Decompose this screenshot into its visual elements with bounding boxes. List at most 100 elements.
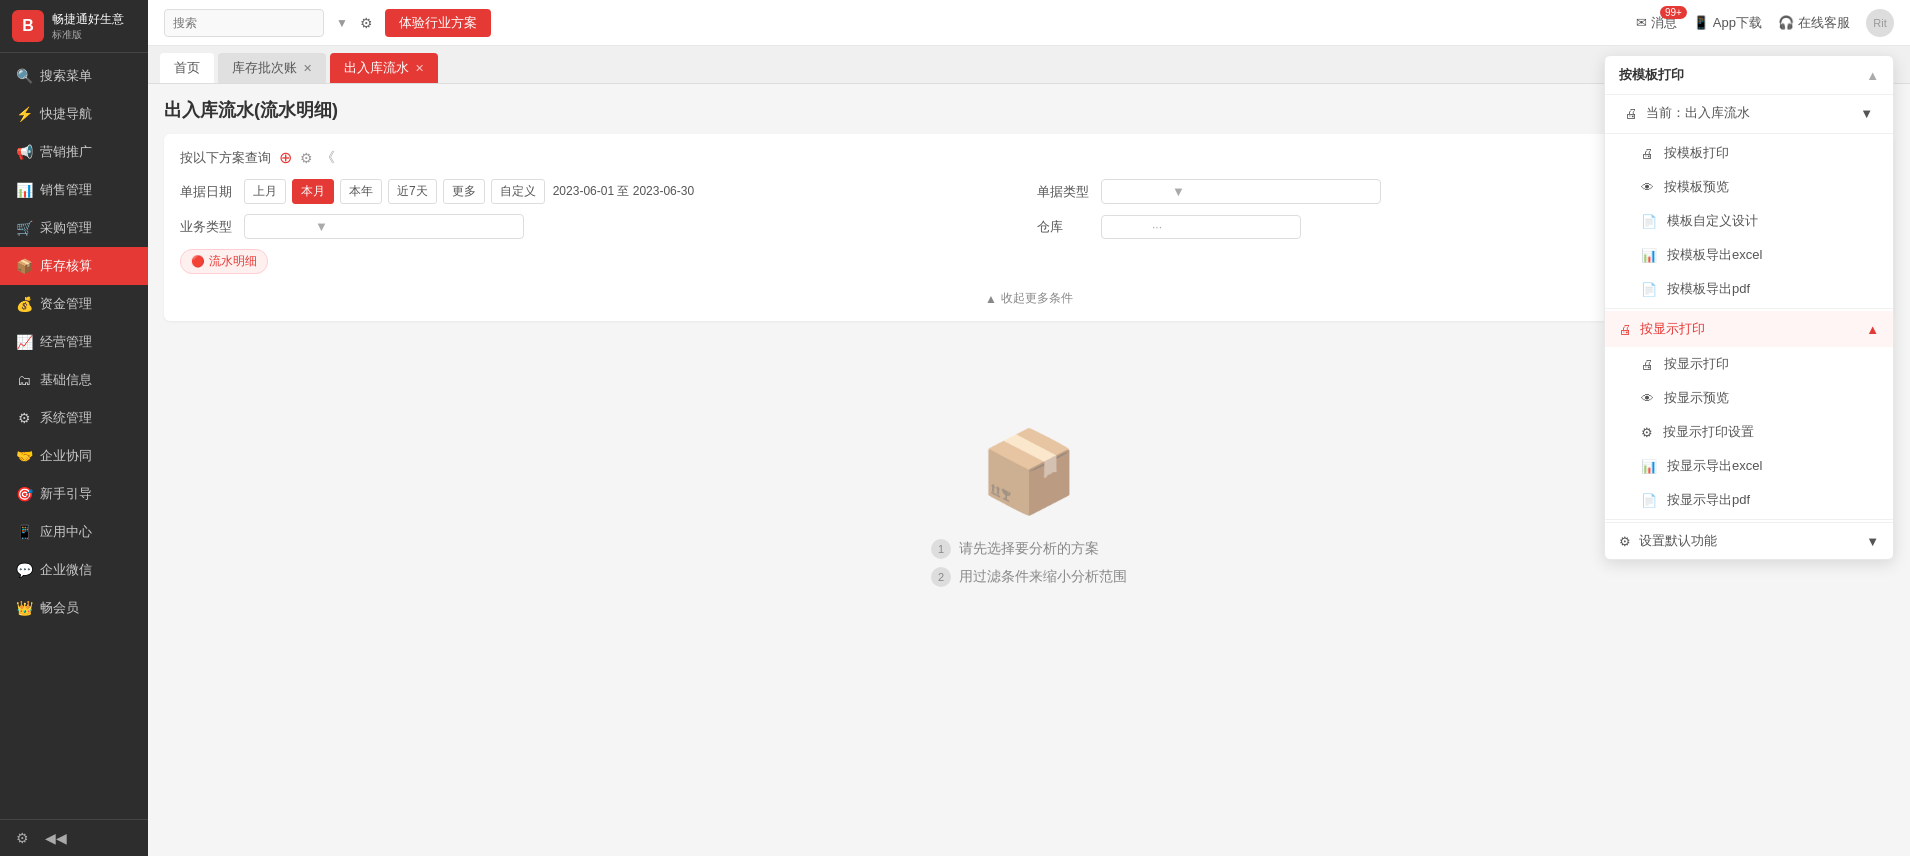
dropdown-close-icon[interactable]: ▲: [1866, 68, 1879, 83]
date-btn-more[interactable]: 更多: [443, 179, 485, 204]
display-section-label: 🖨按显示打印: [1619, 320, 1705, 338]
business-type-label: 业务类型: [180, 218, 236, 236]
shortcut-nav-label: 快捷导航: [40, 105, 92, 123]
sidebar-item-guide[interactable]: 🎯新手引导: [0, 475, 148, 513]
date-btn-custom[interactable]: 自定义: [491, 179, 545, 204]
display_export_pdf-label: 按显示导出pdf: [1667, 491, 1750, 509]
sidebar-item-system[interactable]: ⚙系统管理: [0, 399, 148, 437]
app-name: 畅捷通好生意: [52, 11, 124, 28]
sidebar-item-shortcut[interactable]: ⚡ 快捷导航: [0, 95, 148, 133]
template_custom-icon: 📄: [1641, 214, 1657, 229]
basic-nav-label: 基础信息: [40, 371, 92, 389]
message-btn[interactable]: ✉ 消息 99+: [1636, 14, 1677, 32]
template_export_pdf-icon: 📄: [1641, 282, 1657, 297]
dropdown-display-display_preview[interactable]: 👁 按显示预览: [1605, 381, 1893, 415]
search-input[interactable]: [164, 9, 324, 37]
dropdown-current[interactable]: 🖨当前：出入库流水▼: [1605, 95, 1893, 131]
doc-type-select[interactable]: ▼: [1101, 179, 1381, 204]
empty-icon: 📦: [979, 425, 1079, 519]
user-name: Rit: [1873, 17, 1886, 29]
sidebar-item-wechat[interactable]: 💬企业微信: [0, 551, 148, 589]
dropdown-section-display[interactable]: 🖨按显示打印▲: [1605, 311, 1893, 347]
template_print-label: 按模板打印: [1664, 144, 1729, 162]
sidebar-item-purchase[interactable]: 🛒采购管理: [0, 209, 148, 247]
warehouse-select[interactable]: ···: [1101, 215, 1301, 239]
filter-tag[interactable]: 🔴 流水明细: [180, 249, 268, 274]
sidebar-nav: 🔍搜索菜单 ⚡ 快捷导航 📢营销推广📊销售管理🛒采购管理📦库存核算💰资金管理📈经营管理…: [0, 53, 148, 819]
tab-home[interactable]: 首页: [160, 53, 214, 83]
sidebar-item-basic[interactable]: 🗂基础信息: [0, 361, 148, 399]
inventory-nav-icon: 📦: [16, 258, 32, 274]
funds-nav-label: 资金管理: [40, 295, 92, 313]
display_preview-label: 按显示预览: [1664, 389, 1729, 407]
date-btn-current_year[interactable]: 本年: [340, 179, 382, 204]
headset-icon: 🎧: [1778, 15, 1794, 30]
current-chevron: ▼: [1860, 106, 1873, 121]
display_print_settings-label: 按显示打印设置: [1663, 423, 1754, 441]
tab-batch[interactable]: 库存批次账 ✕: [218, 53, 326, 83]
date-btn-last7[interactable]: 近7天: [388, 179, 437, 204]
search-nav-icon: 🔍: [16, 68, 32, 84]
app-version: 标准版: [52, 28, 124, 42]
date-btn-current_month[interactable]: 本月: [292, 179, 334, 204]
display-section-icon: 🖨: [1619, 322, 1632, 337]
tab-flow[interactable]: 出入库流水✕: [330, 53, 438, 83]
sidebar-item-appstore[interactable]: 📱应用中心: [0, 513, 148, 551]
sidebar-item-funds[interactable]: 💰资金管理: [0, 285, 148, 323]
app-download-btn[interactable]: 📱 App下载: [1693, 14, 1762, 32]
collapse-label: 收起更多条件: [1001, 290, 1073, 307]
sidebar-item-sales[interactable]: 📊销售管理: [0, 171, 148, 209]
search-chevron-icon[interactable]: ▼: [336, 16, 348, 30]
filter-add-icon[interactable]: ⊕: [279, 148, 292, 167]
dropdown-item-template_export_excel[interactable]: 📊按模板导出excel: [1605, 238, 1893, 272]
wechat-nav-label: 企业微信: [40, 561, 92, 579]
app-logo: B: [12, 10, 44, 42]
enterprise-nav-label: 企业协同: [40, 447, 92, 465]
dropdown-item-template_preview[interactable]: 👁按模板预览: [1605, 170, 1893, 204]
dropdown-display-display_export_pdf[interactable]: 📄按显示导出pdf: [1605, 483, 1893, 517]
display_export_excel-label: 按显示导出excel: [1667, 457, 1762, 475]
footer-chevron: ▼: [1866, 534, 1879, 549]
collapse-sidebar-icon[interactable]: ◀◀: [45, 830, 67, 846]
settings-footer-icon[interactable]: ⚙: [16, 830, 29, 846]
marketing-nav-icon: 📢: [16, 144, 32, 160]
shortcut-nav-icon: ⚡: [16, 106, 32, 122]
dropdown-item-template_export_pdf[interactable]: 📄按模板导出pdf: [1605, 272, 1893, 306]
sidebar-item-vip[interactable]: 👑畅会员: [0, 589, 148, 627]
dropdown-item-template_print[interactable]: 🖨按模板打印: [1605, 136, 1893, 170]
tab-label-batch: 库存批次账: [232, 59, 297, 77]
sidebar-item-marketing[interactable]: 📢营销推广: [0, 133, 148, 171]
warehouse-label: 仓库: [1037, 218, 1093, 236]
dropdown-display-display_export_excel[interactable]: 📊按显示导出excel: [1605, 449, 1893, 483]
filter-settings-icon[interactable]: ⚙: [300, 150, 313, 166]
online-service-btn[interactable]: 🎧 在线客服: [1778, 14, 1850, 32]
display_print-icon: 🖨: [1641, 357, 1654, 372]
dropdown-footer[interactable]: ⚙设置默认功能▼: [1605, 522, 1893, 559]
collapse-btn[interactable]: ▲ 收起更多条件: [985, 284, 1073, 307]
date-btn-prev_month[interactable]: 上月: [244, 179, 286, 204]
tab-close-batch[interactable]: ✕: [303, 62, 312, 75]
display_print-label: 按显示打印: [1664, 355, 1729, 373]
sidebar-item-search[interactable]: 🔍搜索菜单: [0, 57, 148, 95]
dropdown-header: 按模板打印▲: [1605, 56, 1893, 95]
doc-type-label: 单据类型: [1037, 183, 1093, 201]
filter-collapse-icon[interactable]: 《: [321, 149, 335, 167]
avatar[interactable]: Rit: [1866, 9, 1894, 37]
topbar-right: ✉ 消息 99+ 📱 App下载 🎧 在线客服 Rit: [1636, 9, 1894, 37]
industry-btn[interactable]: 体验行业方案: [385, 9, 491, 37]
business-type-chevron: ▼: [315, 219, 328, 234]
dropdown-item-template_custom[interactable]: 📄模板自定义设计: [1605, 204, 1893, 238]
collapse-up-icon: ▲: [985, 292, 997, 306]
business-type-select[interactable]: ▼: [244, 214, 524, 239]
page-title: 出入库流水(流水明细): [164, 98, 338, 122]
template_preview-label: 按模板预览: [1664, 178, 1729, 196]
dropdown-display-display_print[interactable]: 🖨 按显示打印: [1605, 347, 1893, 381]
sidebar-item-enterprise[interactable]: 🤝企业协同: [0, 437, 148, 475]
display_preview-icon: 👁: [1641, 391, 1654, 406]
tag-label: 流水明细: [209, 253, 257, 270]
sidebar-item-inventory[interactable]: 📦库存核算: [0, 247, 148, 285]
sidebar-item-operations[interactable]: 📈经营管理: [0, 323, 148, 361]
dropdown-display-display_print_settings[interactable]: ⚙按显示打印设置: [1605, 415, 1893, 449]
tab-close-flow[interactable]: ✕: [415, 62, 424, 75]
settings-icon[interactable]: ⚙: [360, 15, 373, 31]
